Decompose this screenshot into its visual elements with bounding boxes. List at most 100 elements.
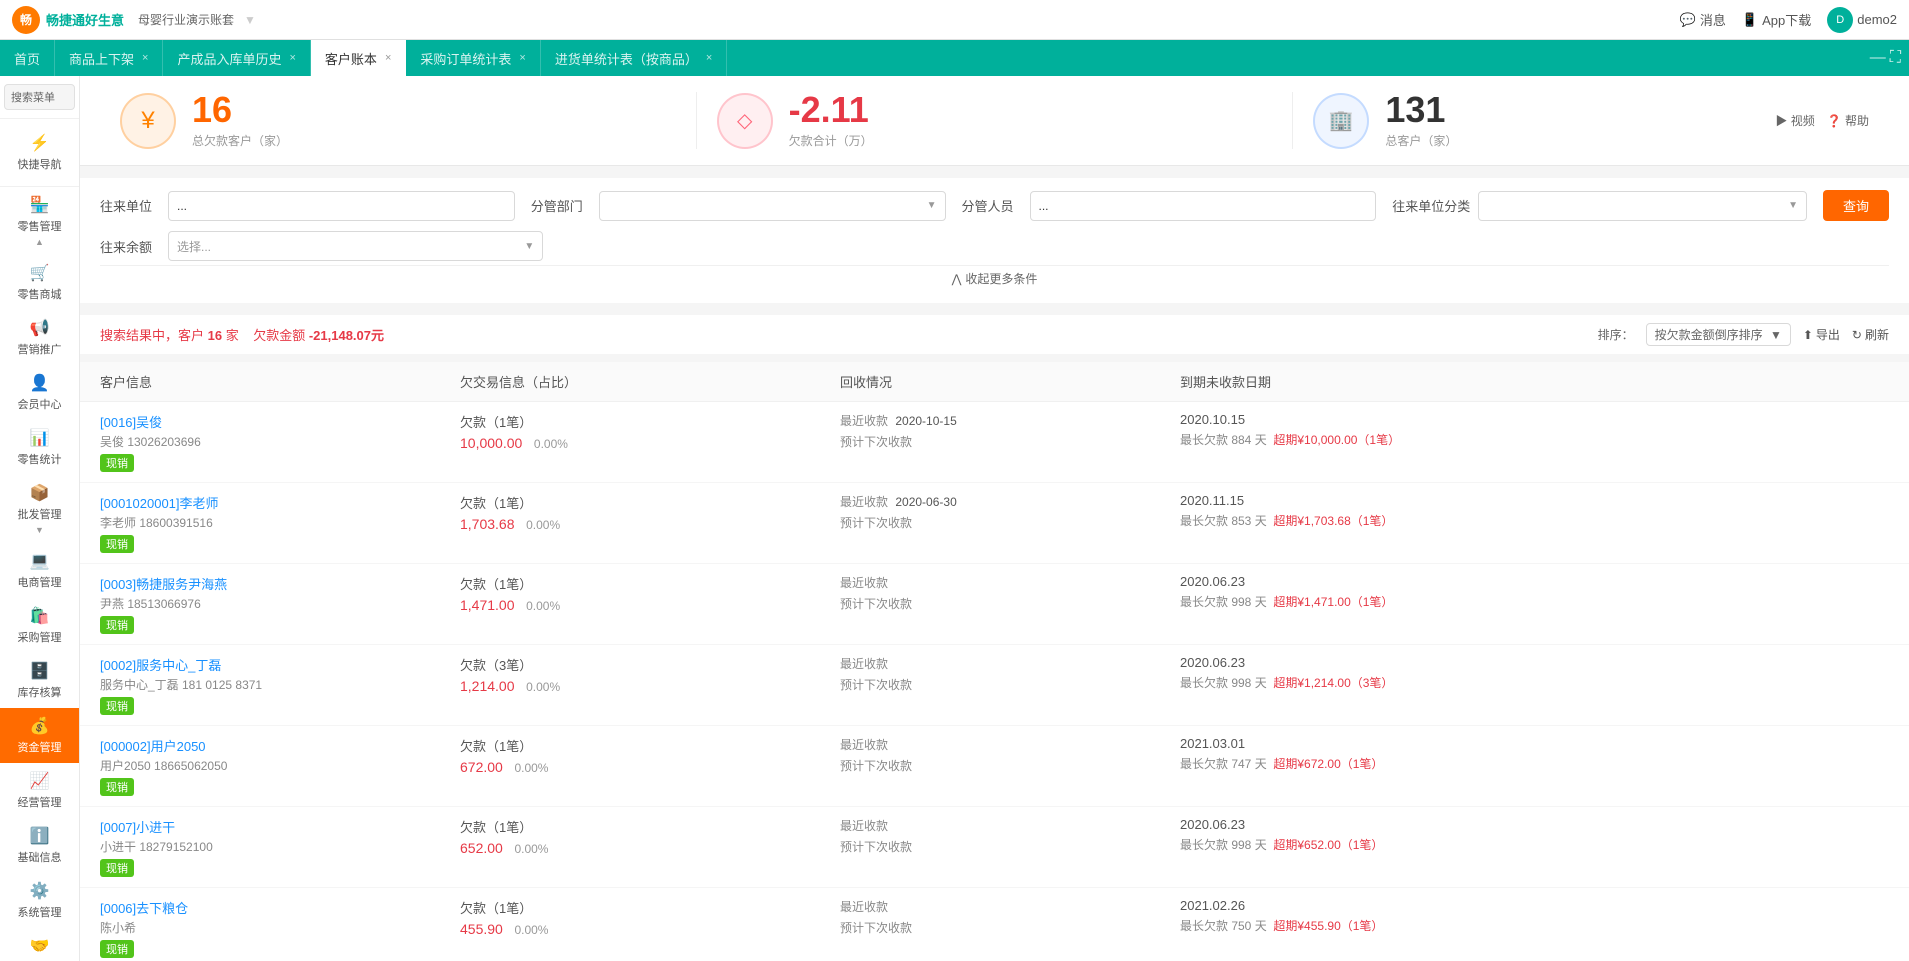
sidebar-item-basic-info[interactable]: ℹ️ 基础信息	[0, 818, 79, 873]
tab-products-offline[interactable]: 商品上下架 ×	[55, 40, 163, 76]
stat-info-2: -2.11 欠款合计（万）	[789, 92, 873, 149]
due-date-cell: 2020.11.15 最长欠款 853 天 超期¥1,703.68（1笔）	[1180, 493, 1889, 529]
tab-stock-stats[interactable]: 进货单统计表（按商品） ×	[541, 40, 727, 76]
debt-amount: 10,000.00	[460, 435, 522, 451]
next-collect: 预计下次收款	[840, 676, 1180, 693]
overdue-link[interactable]: 超期¥1,703.68（1笔）	[1273, 514, 1393, 528]
refresh-icon: ↻	[1852, 328, 1862, 342]
sidebar-item-enterprise-collab[interactable]: 🤝 企业协同	[0, 928, 79, 961]
search-menu-btn[interactable]: 搜索菜单	[4, 84, 75, 110]
tab-close-icon[interactable]: ×	[706, 52, 712, 64]
sidebar-item-retail-stats[interactable]: 📊 零售统计	[0, 420, 79, 475]
customer-code[interactable]: [0007]小进干	[100, 817, 460, 836]
query-button[interactable]: 查询	[1823, 190, 1889, 221]
customer-tag: 现销	[100, 454, 134, 472]
customer-code[interactable]: [000002]用户2050	[100, 736, 460, 755]
tab-customer-account[interactable]: 客户账本 ×	[311, 40, 406, 76]
customer-code[interactable]: [0003]畅捷服务尹海燕	[100, 574, 460, 593]
customer-code[interactable]: [0016]吴俊	[100, 412, 460, 431]
sidebar-item-retail-store[interactable]: 🛒 零售商城	[0, 255, 79, 310]
overdue-link[interactable]: 超期¥1,214.00（3笔）	[1273, 676, 1393, 690]
source-unit-input[interactable]: ...	[168, 191, 515, 221]
customer-info-cell: [0016]吴俊 吴俊 13026203696 现销	[100, 412, 460, 472]
debt-count: 欠款（1笔）	[460, 736, 840, 755]
col-header-debt: 欠交易信息（占比）	[460, 372, 840, 391]
sidebar-item-retail-mgmt[interactable]: 🏪 零售管理 ▲	[0, 187, 79, 255]
video-btn[interactable]: ▶ 视频	[1775, 112, 1814, 129]
tab-product-stock-history[interactable]: 产成品入库单历史 ×	[163, 40, 310, 76]
main-layout: 搜索菜单 ⚡ 快捷导航 🏪 零售管理 ▲ 🛒 零售商城 📢 营销推广 👤 会员中…	[0, 76, 1909, 961]
collapse-btn[interactable]: ⋀ 收起更多条件	[100, 265, 1889, 291]
tabs-maximize-btn[interactable]: ⛶	[1890, 49, 1901, 67]
sidebar-item-batch-mgmt[interactable]: 📦 批发管理 ▼	[0, 475, 79, 543]
debt-amount: 652.00	[460, 840, 503, 856]
last-collect: 最近收款	[840, 736, 1180, 753]
tab-home[interactable]: 首页	[0, 40, 55, 76]
tabs-minimize-btn[interactable]: —	[1870, 49, 1886, 67]
table-row: [0007]小进干 小进干 18279152100 现销 欠款（1笔） 652.…	[80, 807, 1909, 888]
sidebar-item-ecommerce[interactable]: 💻 电商管理	[0, 543, 79, 598]
results-amount-prefix: 欠款金额	[253, 328, 305, 343]
unit-type-select[interactable]: ▼	[1478, 191, 1807, 221]
user-area[interactable]: D demo2	[1827, 7, 1897, 33]
table-row: [000002]用户2050 用户2050 18665062050 现销 欠款（…	[80, 726, 1909, 807]
export-btn[interactable]: ⬆ 导出	[1803, 326, 1840, 343]
play-icon: ▶	[1775, 114, 1787, 128]
debt-amount-row: 672.00 0.00%	[460, 759, 840, 775]
tab-close-icon[interactable]: ×	[385, 52, 391, 64]
due-date: 2020.11.15	[1180, 493, 1889, 508]
overdue-link[interactable]: 超期¥672.00（1笔）	[1273, 757, 1383, 771]
refresh-label: 刷新	[1865, 326, 1889, 343]
app-name: 畅捷通好生意	[46, 10, 124, 29]
sidebar-item-capital-mgmt[interactable]: 💰 资金管理	[0, 708, 79, 763]
sidebar-item-quick-nav[interactable]: ⚡ 快捷导航	[0, 125, 79, 180]
overdue-info: 最长欠款 853 天 超期¥1,703.68（1笔）	[1180, 512, 1889, 529]
tab-purchase-order-stats[interactable]: 采购订单统计表 ×	[406, 40, 540, 76]
store-dropdown-icon[interactable]: ▼	[244, 13, 256, 27]
tab-close-icon[interactable]: ×	[519, 52, 525, 64]
overdue-link[interactable]: 超期¥1,471.00（1笔）	[1273, 595, 1393, 609]
debt-percent: 0.00%	[514, 761, 548, 775]
customer-code[interactable]: [0006]去下粮仓	[100, 898, 460, 917]
debt-count: 欠款（1笔）	[460, 817, 840, 836]
debt-percent: 0.00%	[514, 842, 548, 856]
sidebar-item-member[interactable]: 👤 会员中心	[0, 365, 79, 420]
debt-amount: 672.00	[460, 759, 503, 775]
collect-info-cell: 最近收款 预计下次收款	[840, 574, 1180, 612]
basic-info-icon: ℹ️	[30, 826, 50, 846]
retail-store-icon: 🛒	[30, 263, 50, 283]
overdue-link[interactable]: 超期¥652.00（1笔）	[1273, 838, 1383, 852]
help-btn[interactable]: ❓ 帮助	[1827, 112, 1869, 129]
filter-source-unit: 往来单位 ...	[100, 191, 515, 221]
refresh-btn[interactable]: ↻ 刷新	[1852, 326, 1889, 343]
dept-select[interactable]: ▼	[599, 191, 946, 221]
debt-amount-row: 1,471.00 0.00%	[460, 597, 840, 613]
last-collect: 最近收款	[840, 817, 1180, 834]
collect-info-cell: 最近收款 预计下次收款	[840, 898, 1180, 936]
quick-nav-icon: ⚡	[30, 133, 50, 153]
sidebar-item-ops-mgmt[interactable]: 📈 经营管理	[0, 763, 79, 818]
message-btn[interactable]: 💬 消息	[1680, 10, 1726, 29]
manager-input[interactable]: ...	[1030, 191, 1377, 221]
sidebar-item-marketing[interactable]: 📢 营销推广	[0, 310, 79, 365]
balance-select[interactable]: 选择... ▼	[168, 231, 543, 261]
debt-info-cell: 欠款（1笔） 10,000.00 0.00%	[460, 412, 840, 451]
tab-close-icon[interactable]: ×	[289, 52, 295, 64]
customer-code[interactable]: [0001020001]李老师	[100, 493, 460, 512]
collect-info-cell: 最近收款 2020-06-30 预计下次收款	[840, 493, 1180, 531]
user-name: demo2	[1857, 12, 1897, 27]
customer-info-cell: [0007]小进干 小进干 18279152100 现销	[100, 817, 460, 877]
app-download-btn[interactable]: 📱 App下载	[1742, 10, 1811, 29]
tab-close-icon[interactable]: ×	[142, 52, 148, 64]
overdue-link[interactable]: 超期¥10,000.00（1笔）	[1273, 433, 1400, 447]
overdue-info: 最长欠款 998 天 超期¥652.00（1笔）	[1180, 836, 1889, 853]
overdue-link[interactable]: 超期¥455.90（1笔）	[1273, 919, 1383, 933]
customer-code[interactable]: [0002]服务中心_丁磊	[100, 655, 460, 674]
stat-card-2: ◇ -2.11 欠款合计（万）	[697, 92, 1294, 149]
customer-info-cell: [0006]去下粮仓 陈小希 现销	[100, 898, 460, 958]
sidebar-item-stock-check[interactable]: 🗄️ 库存核算	[0, 653, 79, 708]
sort-select[interactable]: 按欠款金额倒序排序 ▼	[1646, 323, 1791, 346]
sidebar-item-system[interactable]: ⚙️ 系统管理	[0, 873, 79, 928]
debt-amount-row: 1,703.68 0.00%	[460, 516, 840, 532]
sidebar-item-purchase[interactable]: 🛍️ 采购管理	[0, 598, 79, 653]
